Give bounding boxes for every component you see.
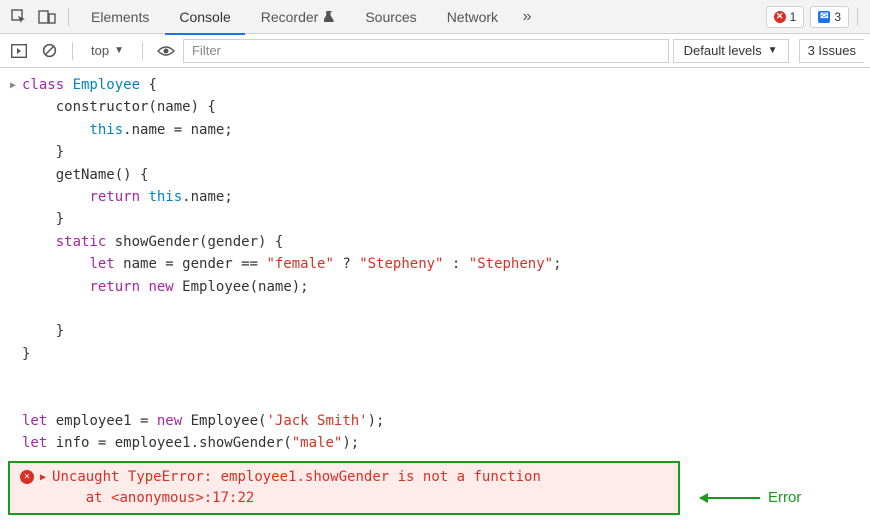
tab-recorder-label: Recorder	[261, 9, 319, 25]
separator	[142, 42, 143, 60]
expand-icon[interactable]: ▶	[10, 74, 22, 94]
context-selector[interactable]: top ▼	[83, 40, 132, 61]
message-count: 3	[834, 10, 841, 24]
devtools-tabbar: Elements Console Recorder Sources Networ…	[0, 0, 870, 34]
annotation: Error	[700, 489, 801, 506]
tab-network[interactable]: Network	[433, 0, 512, 34]
error-count-badge[interactable]: ✕ 1	[766, 6, 805, 28]
chevron-down-icon: ▼	[114, 45, 124, 56]
separator	[68, 8, 69, 26]
device-toggle-icon[interactable]	[34, 4, 60, 30]
tab-sources[interactable]: Sources	[351, 0, 430, 34]
arrow-icon	[700, 497, 760, 499]
console-error-entry: ✕ ▶ Uncaught TypeError: employee1.showGe…	[8, 461, 680, 515]
tab-recorder[interactable]: Recorder	[247, 0, 350, 34]
issues-button[interactable]: 3 Issues	[799, 39, 864, 63]
console-entry: ▶ class Employee { constructor(name) { t…	[0, 74, 870, 455]
error-message: Uncaught TypeError: employee1.showGender…	[52, 467, 541, 509]
message-badge-icon: ✉	[818, 11, 830, 23]
context-label: top	[91, 43, 109, 58]
separator	[857, 8, 858, 26]
tab-elements[interactable]: Elements	[77, 0, 163, 34]
flask-icon	[324, 11, 335, 22]
console-output: ▶ class Employee { constructor(name) { t…	[0, 68, 870, 521]
levels-label: Default levels	[684, 43, 762, 58]
code-block: class Employee { constructor(name) { thi…	[22, 74, 860, 455]
error-badge-icon: ✕	[774, 11, 786, 23]
separator	[72, 42, 73, 60]
expand-icon[interactable]: ▶	[40, 467, 46, 485]
tab-console[interactable]: Console	[165, 1, 244, 35]
filter-placeholder: Filter	[192, 43, 221, 58]
eye-icon[interactable]	[153, 38, 179, 64]
console-toolbar: top ▼ Filter Default levels ▼ 3 Issues	[0, 34, 870, 68]
filter-input[interactable]: Filter	[183, 39, 669, 63]
more-tabs-icon[interactable]: »	[514, 4, 540, 30]
chevron-down-icon: ▼	[768, 45, 778, 56]
error-count: 1	[790, 10, 797, 24]
clear-console-icon[interactable]	[36, 38, 62, 64]
inspect-icon[interactable]	[6, 4, 32, 30]
error-icon: ✕	[20, 470, 34, 484]
message-count-badge[interactable]: ✉ 3	[810, 6, 849, 28]
annotation-label: Error	[768, 489, 801, 506]
log-levels-selector[interactable]: Default levels ▼	[673, 39, 789, 63]
sidebar-toggle-icon[interactable]	[6, 38, 32, 64]
